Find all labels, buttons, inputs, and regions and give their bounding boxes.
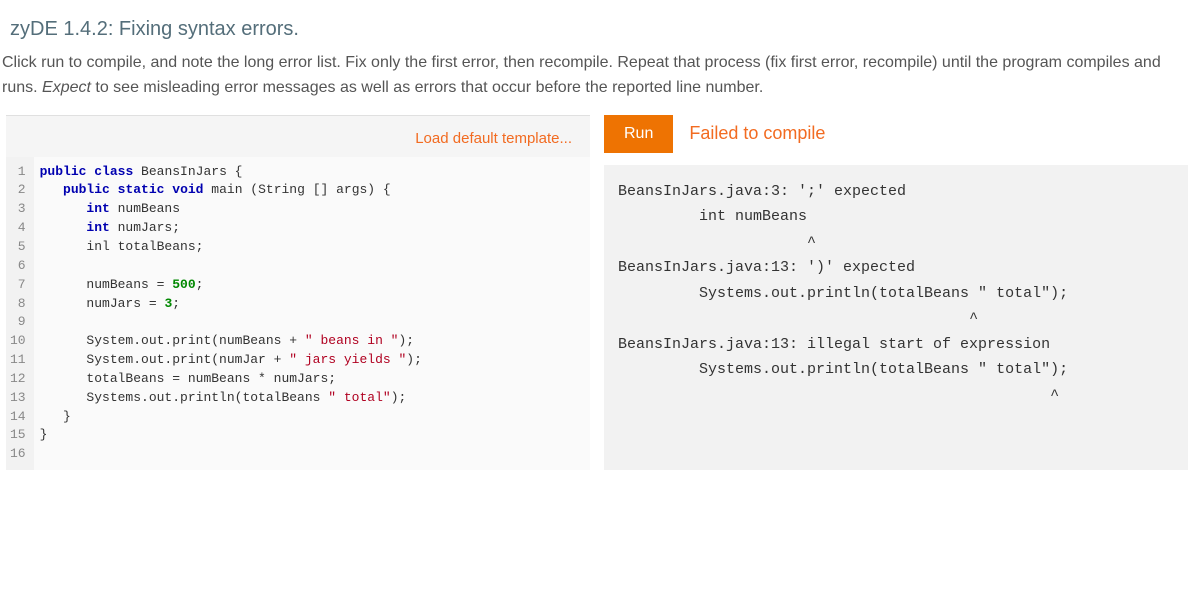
run-bar: Run Failed to compile	[604, 115, 1188, 165]
run-button[interactable]: Run	[604, 115, 673, 153]
compiler-output[interactable]: BeansInJars.java:3: ';' expected int num…	[604, 165, 1188, 471]
code-editor[interactable]: 1 2 3 4 5 6 7 8 9 10 11 12 13 14 15 16 p…	[6, 157, 590, 471]
instructions-text: Click run to compile, and note the long …	[0, 51, 1194, 115]
line-gutter: 1 2 3 4 5 6 7 8 9 10 11 12 13 14 15 16	[6, 157, 34, 471]
compile-status: Failed to compile	[689, 123, 825, 144]
code-area[interactable]: public class BeansInJars { public static…	[34, 157, 590, 471]
instructions-after: to see misleading error messages as well…	[91, 79, 763, 96]
main-area: Load default template... 1 2 3 4 5 6 7 8…	[0, 115, 1194, 481]
load-template-button[interactable]: Load default template...	[415, 130, 572, 147]
output-panel: Run Failed to compile BeansInJars.java:3…	[604, 115, 1188, 471]
editor-panel: Load default template... 1 2 3 4 5 6 7 8…	[6, 115, 590, 471]
editor-toolbar: Load default template...	[6, 116, 590, 157]
page-title: zyDE 1.4.2: Fixing syntax errors.	[0, 0, 1194, 51]
instructions-em: Expect	[42, 79, 91, 96]
